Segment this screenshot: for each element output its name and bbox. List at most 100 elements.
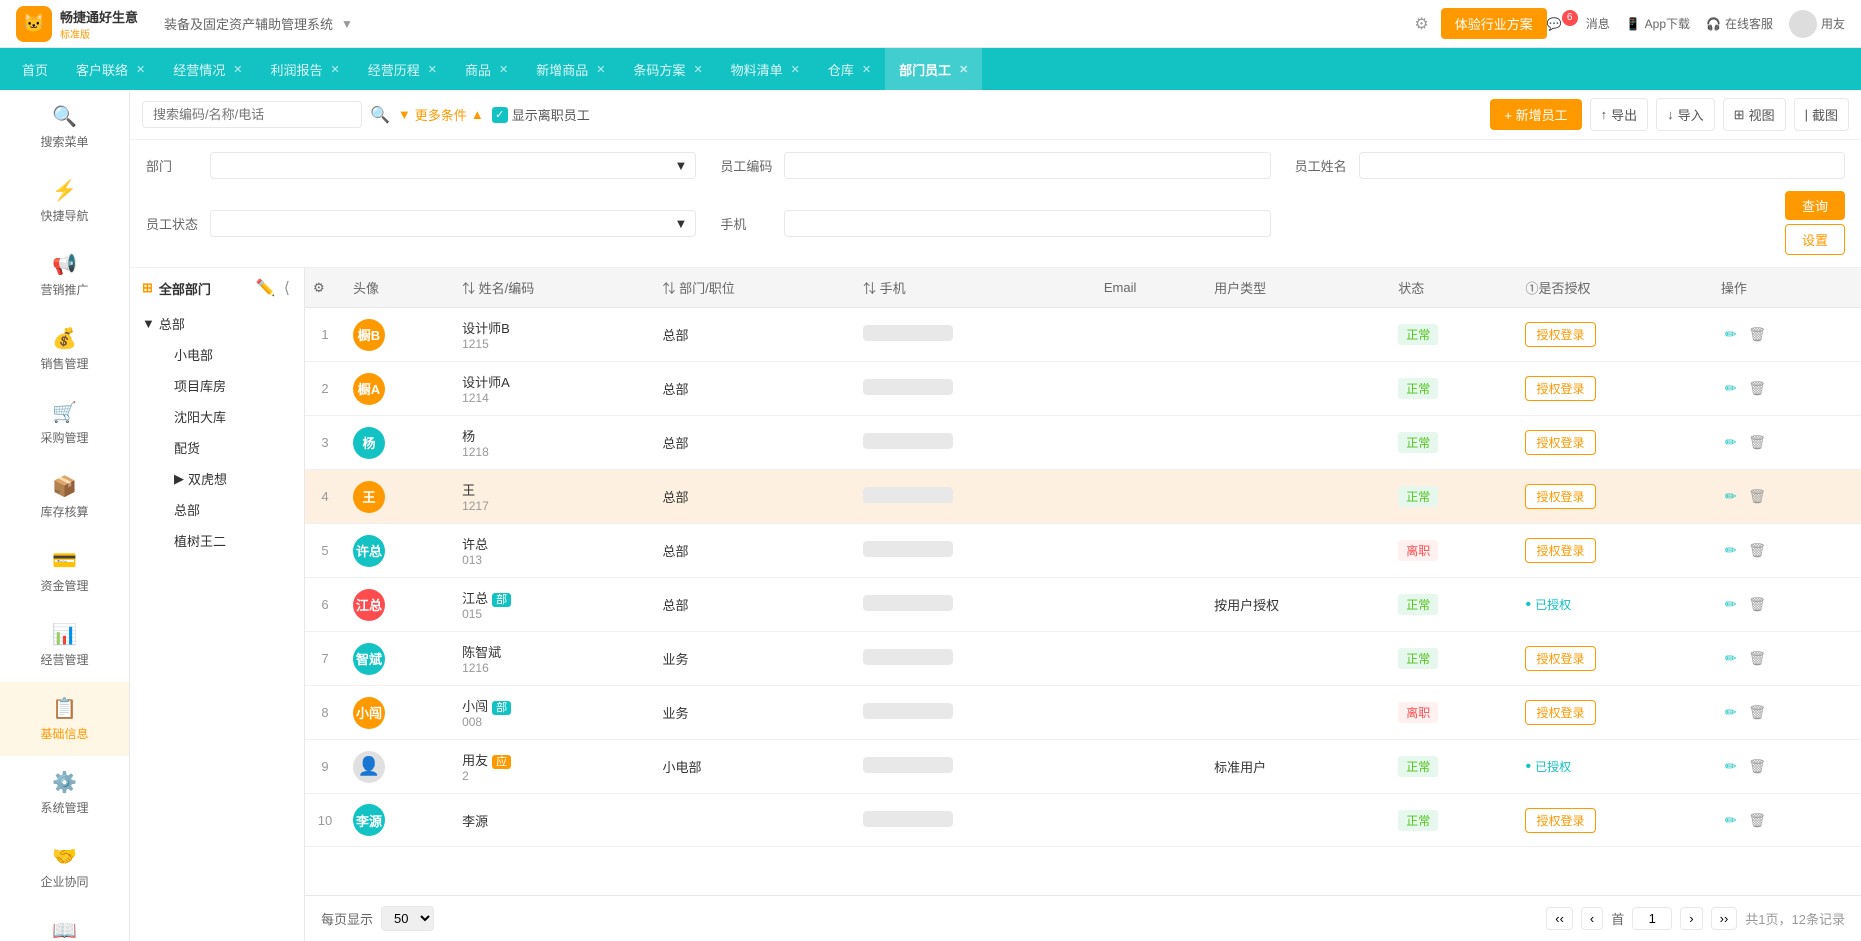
search-input[interactable] bbox=[142, 101, 362, 128]
edit-button[interactable]: ✏ bbox=[1721, 324, 1741, 345]
auth-login-button[interactable]: 授权登录 bbox=[1525, 484, 1595, 509]
dept-node-shuanghu[interactable]: ▶ 双虎想 bbox=[146, 463, 304, 494]
delete-button[interactable]: 🗑 bbox=[1744, 378, 1770, 399]
row-auth[interactable]: 授权登录 bbox=[1517, 362, 1712, 416]
prev-page-button[interactable]: ‹ bbox=[1581, 907, 1603, 930]
row-auth[interactable]: 授权登录 bbox=[1517, 794, 1712, 847]
query-button[interactable]: 查询 bbox=[1785, 191, 1845, 220]
dept-node-xiaodiande[interactable]: 小电部 bbox=[146, 339, 304, 370]
import-button[interactable]: ↓ 导入 bbox=[1656, 98, 1715, 131]
view-button[interactable]: ⊞ 视图 bbox=[1723, 98, 1786, 131]
per-page-select[interactable]: 50 bbox=[381, 906, 434, 931]
trial-button[interactable]: 体验行业方案 bbox=[1441, 8, 1547, 39]
tab-bom[interactable]: 物料清单 ✕ bbox=[717, 48, 814, 90]
edit-button[interactable]: ✏ bbox=[1721, 432, 1741, 453]
dept-node-planting[interactable]: 植树王二 bbox=[146, 525, 304, 556]
row-auth[interactable]: 授权登录 bbox=[1517, 416, 1712, 470]
edit-button[interactable]: ✏ bbox=[1721, 594, 1741, 615]
nav-management[interactable]: 📊 经营管理 bbox=[0, 608, 129, 682]
edit-button[interactable]: ✏ bbox=[1721, 486, 1741, 507]
print-button[interactable]: | 截图 bbox=[1794, 98, 1849, 131]
page-number-input[interactable] bbox=[1632, 907, 1672, 930]
tab-goods[interactable]: 商品 ✕ bbox=[451, 48, 522, 90]
delete-button[interactable]: 🗑 bbox=[1744, 702, 1770, 723]
edit-button[interactable]: ✏ bbox=[1721, 702, 1741, 723]
nav-inventory[interactable]: 📦 库存核算 bbox=[0, 460, 129, 534]
close-icon[interactable]: ✕ bbox=[862, 63, 871, 76]
row-auth[interactable]: 授权登录 bbox=[1517, 524, 1712, 578]
nav-finance[interactable]: 💳 资金管理 bbox=[0, 534, 129, 608]
nav-guide[interactable]: 📖 新手引导 bbox=[0, 904, 129, 941]
online-service-button[interactable]: 🎧 在线客服 bbox=[1706, 15, 1773, 32]
status-select[interactable]: ▼ bbox=[210, 210, 696, 237]
delete-button[interactable]: 🗑 bbox=[1744, 432, 1770, 453]
nav-basic-info[interactable]: 📋 基础信息 bbox=[0, 682, 129, 756]
dropdown-arrow-icon[interactable]: ▼ bbox=[341, 17, 353, 31]
last-page-button[interactable]: ›› bbox=[1711, 907, 1738, 930]
first-page-button[interactable]: ‹‹ bbox=[1546, 907, 1573, 930]
dept-node-distribution[interactable]: 配货 bbox=[146, 432, 304, 463]
auth-login-button[interactable]: 授权登录 bbox=[1525, 700, 1595, 725]
tab-profit[interactable]: 利润报告 ✕ bbox=[256, 48, 353, 90]
delete-button[interactable]: 🗑 bbox=[1744, 810, 1770, 831]
tab-history[interactable]: 经营历程 ✕ bbox=[354, 48, 451, 90]
tab-home[interactable]: 首页 bbox=[8, 48, 62, 90]
auth-login-button[interactable]: 授权登录 bbox=[1525, 808, 1595, 833]
tab-operation[interactable]: 经营情况 ✕ bbox=[159, 48, 256, 90]
close-icon[interactable]: ✕ bbox=[791, 63, 800, 76]
settings-button[interactable]: ⚙ bbox=[1410, 10, 1432, 38]
row-auth[interactable]: 已授权 bbox=[1517, 578, 1712, 632]
close-icon[interactable]: ✕ bbox=[136, 63, 145, 76]
nav-shortcut[interactable]: ⚡ 快捷导航 bbox=[0, 164, 129, 238]
tab-barcode[interactable]: 条码方案 ✕ bbox=[619, 48, 716, 90]
tab-dept-staff[interactable]: 部门员工 ✕ bbox=[885, 48, 982, 90]
user-area[interactable]: 用友 bbox=[1789, 10, 1845, 38]
show-resign-checkbox[interactable]: ✓ 显示离职员工 bbox=[492, 105, 590, 124]
tab-warehouse[interactable]: 仓库 ✕ bbox=[814, 48, 885, 90]
delete-button[interactable]: 🗑 bbox=[1744, 648, 1770, 669]
dept-node-head2[interactable]: 总部 bbox=[146, 494, 304, 525]
auth-login-button[interactable]: 授权登录 bbox=[1525, 538, 1595, 563]
emp-code-input[interactable] bbox=[784, 152, 1270, 179]
th-phone[interactable]: ⇅ 手机 bbox=[855, 268, 1096, 308]
more-filter-button[interactable]: ▼ 更多条件 ▲ bbox=[398, 105, 484, 124]
close-icon[interactable]: ✕ bbox=[428, 63, 437, 76]
dept-select[interactable]: ▼ bbox=[210, 152, 696, 179]
edit-button[interactable]: ✏ bbox=[1721, 756, 1741, 777]
th-settings[interactable]: ⚙ bbox=[305, 268, 345, 308]
auth-login-button[interactable]: 授权登录 bbox=[1525, 646, 1595, 671]
emp-name-input[interactable] bbox=[1359, 152, 1845, 179]
row-auth[interactable]: 授权登录 bbox=[1517, 470, 1712, 524]
next-page-button[interactable]: › bbox=[1680, 907, 1702, 930]
delete-button[interactable]: 🗑 bbox=[1744, 324, 1770, 345]
close-icon[interactable]: ✕ bbox=[693, 63, 702, 76]
message-button[interactable]: 💬 6 消息 bbox=[1547, 15, 1610, 32]
tab-add-goods[interactable]: 新增商品 ✕ bbox=[522, 48, 619, 90]
edit-button[interactable]: ✏ bbox=[1721, 540, 1741, 561]
edit-button[interactable]: ✏ bbox=[1721, 810, 1741, 831]
th-dept-pos[interactable]: ⇅ 部门/职位 bbox=[655, 268, 855, 308]
auth-login-button[interactable]: 授权登录 bbox=[1525, 430, 1595, 455]
row-auth[interactable]: 已授权 bbox=[1517, 740, 1712, 794]
row-auth[interactable]: 授权登录 bbox=[1517, 686, 1712, 740]
delete-button[interactable]: 🗑 bbox=[1744, 594, 1770, 615]
close-icon[interactable]: ✕ bbox=[499, 63, 508, 76]
delete-button[interactable]: 🗑 bbox=[1744, 540, 1770, 561]
delete-button[interactable]: 🗑 bbox=[1744, 756, 1770, 777]
nav-search[interactable]: 🔍 搜索菜单 bbox=[0, 90, 129, 164]
app-download-button[interactable]: 📱 App下载 bbox=[1626, 15, 1690, 32]
delete-button[interactable]: 🗑 bbox=[1744, 486, 1770, 507]
dept-node-project[interactable]: 项目库房 bbox=[146, 370, 304, 401]
nav-system[interactable]: ⚙️ 系统管理 bbox=[0, 756, 129, 830]
auth-login-button[interactable]: 授权登录 bbox=[1525, 322, 1595, 347]
dept-collapse-button[interactable]: ⟨ bbox=[282, 276, 292, 300]
export-button[interactable]: ↑ 导出 bbox=[1590, 98, 1649, 131]
row-auth[interactable]: 授权登录 bbox=[1517, 632, 1712, 686]
edit-button[interactable]: ✏ bbox=[1721, 378, 1741, 399]
row-auth[interactable]: 授权登录 bbox=[1517, 308, 1712, 362]
nav-marketing[interactable]: 📢 营销推广 bbox=[0, 238, 129, 312]
close-icon[interactable]: ✕ bbox=[331, 63, 340, 76]
phone-input[interactable] bbox=[784, 210, 1270, 237]
dept-node-head[interactable]: ▼ 总部 bbox=[130, 308, 304, 339]
dept-all-button[interactable]: ⊞ 全部部门 bbox=[142, 279, 211, 298]
